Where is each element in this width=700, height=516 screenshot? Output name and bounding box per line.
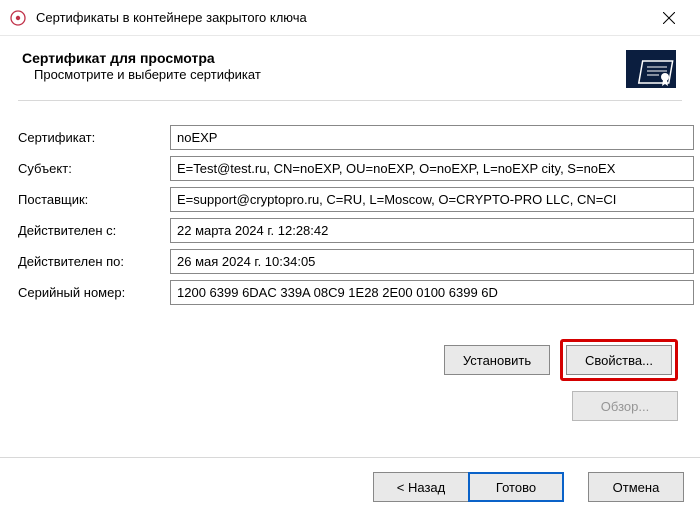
row-subject: Субъект: E=Test@test.ru, CN=noEXP, OU=no… (18, 156, 694, 181)
browse-button: Обзор... (572, 391, 678, 421)
label-issuer: Поставщик: (18, 192, 170, 207)
titlebar: Сертификаты в контейнере закрытого ключа (0, 0, 700, 36)
action-buttons-row2: Обзор... (18, 387, 694, 427)
cancel-button[interactable]: Отмена (588, 472, 684, 502)
label-valid-from: Действителен с: (18, 223, 170, 238)
label-subject: Субъект: (18, 161, 170, 176)
window-title: Сертификаты в контейнере закрытого ключа (36, 10, 648, 25)
highlight-annotation: Свойства... (560, 339, 678, 381)
row-valid-to: Действителен по: 26 мая 2024 г. 10:34:05 (18, 249, 694, 274)
label-certificate: Сертификат: (18, 130, 170, 145)
action-buttons-row1: Установить Свойства... (18, 311, 694, 387)
close-button[interactable] (648, 3, 690, 33)
value-issuer[interactable]: E=support@cryptopro.ru, C=RU, L=Moscow, … (170, 187, 694, 212)
row-issuer: Поставщик: E=support@cryptopro.ru, C=RU,… (18, 187, 694, 212)
wizard-footer: < Назад Готово Отмена (0, 457, 700, 516)
back-button[interactable]: < Назад (373, 472, 469, 502)
label-serial: Серийный номер: (18, 285, 170, 300)
finish-button[interactable]: Готово (468, 472, 564, 502)
app-icon (10, 10, 26, 26)
value-valid-to[interactable]: 26 мая 2024 г. 10:34:05 (170, 249, 694, 274)
certificate-icon (626, 50, 676, 88)
wizard-header: Сертификат для просмотра Просмотрите и в… (0, 36, 700, 100)
row-valid-from: Действителен с: 22 марта 2024 г. 12:28:4… (18, 218, 694, 243)
properties-button[interactable]: Свойства... (566, 345, 672, 375)
row-certificate: Сертификат: noEXP (18, 125, 694, 150)
row-serial: Серийный номер: 1200 6399 6DAC 339A 08C9… (18, 280, 694, 305)
wizard-subtitle: Просмотрите и выберите сертификат (22, 67, 614, 82)
form-area: Сертификат: noEXP Субъект: E=Test@test.r… (0, 101, 700, 427)
value-subject[interactable]: E=Test@test.ru, CN=noEXP, OU=noEXP, O=no… (170, 156, 694, 181)
value-certificate[interactable]: noEXP (170, 125, 694, 150)
value-valid-from[interactable]: 22 марта 2024 г. 12:28:42 (170, 218, 694, 243)
value-serial[interactable]: 1200 6399 6DAC 339A 08C9 1E28 2E00 0100 … (170, 280, 694, 305)
label-valid-to: Действителен по: (18, 254, 170, 269)
install-button[interactable]: Установить (444, 345, 550, 375)
wizard-title: Сертификат для просмотра (22, 50, 614, 66)
